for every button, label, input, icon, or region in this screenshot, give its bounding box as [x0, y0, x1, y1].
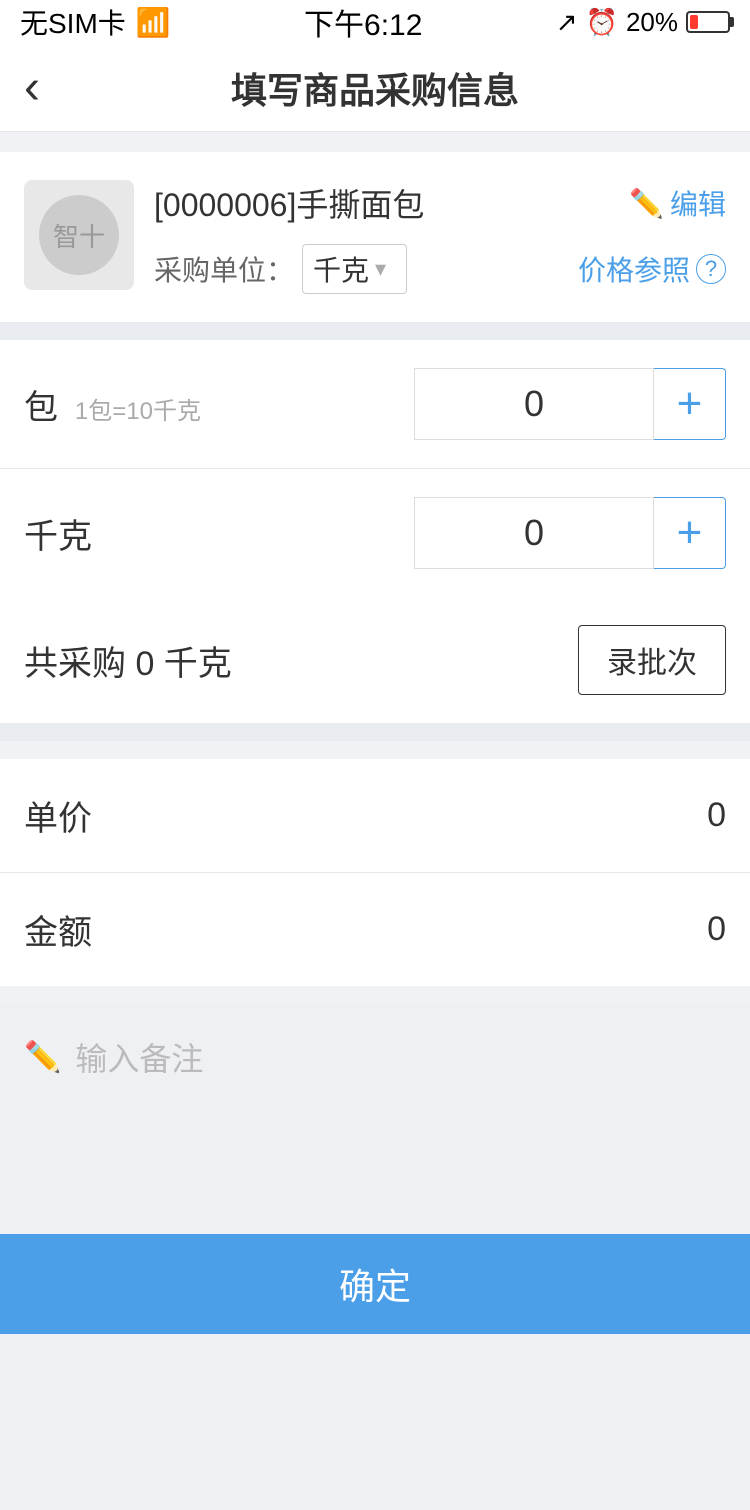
price-ref-label: 价格参照: [578, 249, 690, 289]
bag-sub: 1包=10千克: [75, 398, 201, 425]
battery-percent: 20%: [626, 7, 678, 38]
kg-label-group: 千克: [24, 509, 92, 558]
carrier-text: 无SIM卡: [20, 2, 126, 42]
kg-label: 千克: [24, 518, 92, 556]
bag-input-right: +: [414, 368, 726, 440]
battery-indicator: [686, 11, 730, 33]
edit-label: 编辑: [670, 183, 726, 223]
divider-1: [0, 322, 750, 340]
unit-price-label: 单价: [24, 791, 92, 840]
product-full-name: [0000006]手撕面包: [154, 180, 424, 226]
divider-2: [0, 723, 750, 741]
bag-label: 包: [24, 389, 58, 427]
kg-quantity-input[interactable]: [414, 497, 654, 569]
unit-price-value: 0: [707, 796, 726, 835]
input-row-kg: 千克 +: [0, 469, 750, 597]
edit-button[interactable]: ✏️ 编辑: [629, 183, 726, 223]
price-section: 单价 0 金额 0: [0, 759, 750, 986]
nav-bar: ‹ 填写商品采购信息: [0, 44, 750, 132]
product-info: [0000006]手撕面包 ✏️ 编辑 采购单位： 千克 ▾ 价格参照 ?: [154, 180, 726, 294]
remark-placeholder: 输入备注: [75, 1034, 203, 1080]
unit-select[interactable]: 千克 ▾: [302, 244, 407, 294]
back-button[interactable]: ‹: [24, 60, 40, 115]
edit-icon: ✏️: [629, 187, 664, 220]
unit-price-row: 单价 0: [0, 759, 750, 873]
status-left: 无SIM卡 📶: [20, 2, 171, 42]
unit-row: 采购单位： 千克 ▾ 价格参照 ?: [154, 244, 726, 294]
unit-label: 采购单位：: [154, 249, 294, 289]
status-bar: 无SIM卡 📶 下午6:12 ↗ ⏰ 20%: [0, 0, 750, 44]
product-card: 智十 [0000006]手撕面包 ✏️ 编辑 采购单位： 千克 ▾ 价格参照 ?: [0, 152, 750, 322]
batch-button[interactable]: 录批次: [578, 625, 726, 695]
product-name-row: [0000006]手撕面包 ✏️ 编辑: [154, 180, 726, 226]
summary-row: 共采购 0 千克 录批次: [0, 597, 750, 723]
wifi-icon: 📶: [136, 6, 171, 39]
location-icon: ↗: [556, 7, 578, 38]
confirm-button[interactable]: 确定: [0, 1234, 750, 1334]
back-icon: ‹: [24, 60, 40, 115]
remark-section[interactable]: ✏️ 输入备注: [0, 1004, 750, 1110]
amount-label: 金额: [24, 905, 92, 954]
clock-icon: ⏰: [586, 7, 618, 38]
bag-label-group: 包 1包=10千克: [24, 380, 201, 429]
price-ref-button[interactable]: 价格参照 ?: [578, 249, 726, 289]
product-logo: 智十: [39, 195, 119, 275]
pencil-icon: ✏️: [24, 1040, 61, 1075]
amount-value: 0: [707, 910, 726, 949]
kg-plus-button[interactable]: +: [654, 497, 726, 569]
unit-selector-group: 采购单位： 千克 ▾: [154, 244, 407, 294]
bag-plus-button[interactable]: +: [654, 368, 726, 440]
logo-text: 智十: [53, 217, 105, 254]
status-right: ↗ ⏰ 20%: [556, 7, 730, 38]
product-image: 智十: [24, 180, 134, 290]
summary-text: 共采购 0 千克: [24, 636, 232, 685]
confirm-button-label: 确定: [339, 1258, 411, 1310]
dropdown-arrow: ▾: [375, 256, 386, 282]
status-time: 下午6:12: [304, 0, 422, 44]
input-row-bag: 包 1包=10千克 +: [0, 340, 750, 469]
bag-quantity-input[interactable]: [414, 368, 654, 440]
kg-input-right: +: [414, 497, 726, 569]
input-section: 包 1包=10千克 + 千克 +: [0, 340, 750, 597]
page-title: 填写商品采购信息: [231, 62, 519, 114]
price-ref-question-icon: ?: [696, 254, 726, 284]
amount-row: 金额 0: [0, 873, 750, 986]
unit-value: 千克: [313, 249, 369, 289]
